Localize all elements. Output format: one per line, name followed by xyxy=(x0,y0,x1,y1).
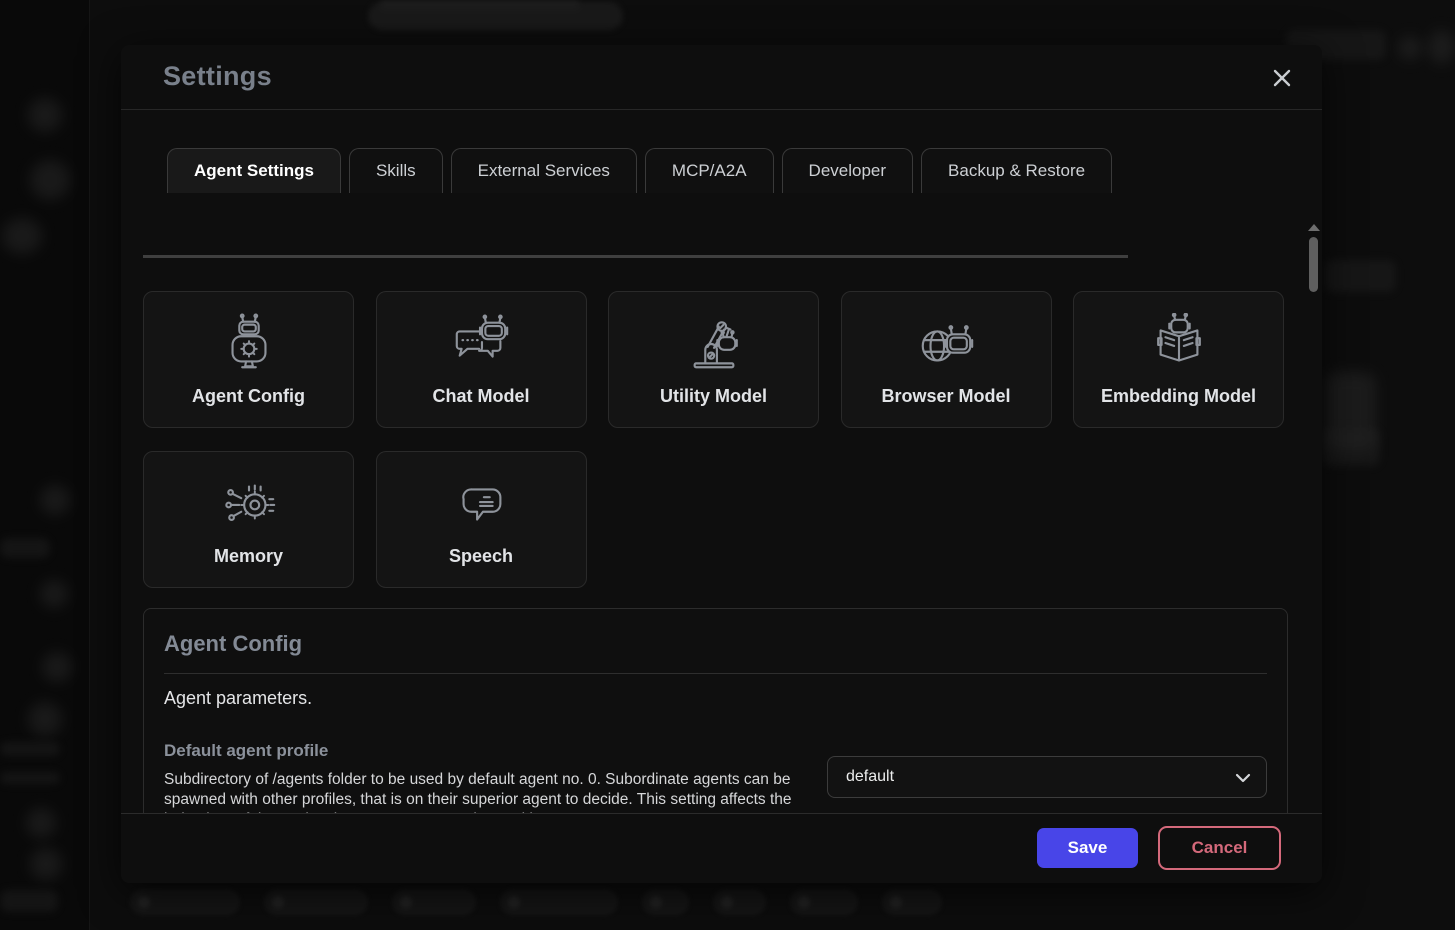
tab-label: Developer xyxy=(809,161,887,181)
field-description: Subdirectory of /agents folder to be use… xyxy=(164,770,804,813)
card-label: Speech xyxy=(449,546,513,567)
close-button[interactable] xyxy=(1269,65,1295,91)
card-utility-model[interactable]: Utility Model xyxy=(608,291,819,428)
section-description: Agent parameters. xyxy=(164,688,1267,709)
modal-footer: Save Cancel xyxy=(121,813,1322,883)
tab-skills[interactable]: Skills xyxy=(349,148,443,193)
close-icon xyxy=(1271,67,1293,89)
tab-label: Agent Settings xyxy=(194,161,314,181)
tab-label: Skills xyxy=(376,161,416,181)
field-label: Default agent profile xyxy=(164,741,825,761)
chat-robot-icon xyxy=(449,312,513,376)
section-divider xyxy=(164,673,1267,674)
tab-developer[interactable]: Developer xyxy=(782,148,914,193)
background-button-row xyxy=(130,889,942,915)
card-memory[interactable]: Memory xyxy=(143,451,354,588)
card-chat-model[interactable]: Chat Model xyxy=(376,291,587,428)
card-label: Memory xyxy=(214,546,283,567)
chevron-down-icon xyxy=(1234,770,1252,786)
tab-external-services[interactable]: External Services xyxy=(451,148,637,193)
robot-book-icon xyxy=(1147,312,1211,376)
modal-header: Settings xyxy=(121,45,1322,110)
robot-gear-icon xyxy=(217,312,281,376)
robot-arm-icon xyxy=(682,312,746,376)
modal-title: Settings xyxy=(163,61,272,92)
card-speech[interactable]: Speech xyxy=(376,451,587,588)
card-label: Embedding Model xyxy=(1101,386,1256,407)
app-screen: Settings Agent Settings Skills External … xyxy=(0,0,1455,930)
settings-card-grid: Agent Config xyxy=(143,291,1300,588)
settings-modal: Settings Agent Settings Skills External … xyxy=(121,45,1322,883)
section-title: Agent Config xyxy=(164,631,1267,657)
tab-agent-settings[interactable]: Agent Settings xyxy=(167,148,341,193)
card-label: Browser Model xyxy=(881,386,1010,407)
modal-scrollbar xyxy=(1306,178,1320,813)
modal-body: Agent Settings Skills External Services … xyxy=(121,111,1322,813)
background-toast-text xyxy=(368,2,623,30)
field-default-agent-profile: Default agent profile Subdirectory of /a… xyxy=(164,741,1267,813)
background-right-chip xyxy=(1324,260,1396,292)
card-label: Chat Model xyxy=(433,386,530,407)
card-embedding-model[interactable]: Embedding Model xyxy=(1073,291,1284,428)
tab-label: MCP/A2A xyxy=(672,161,747,181)
card-label: Utility Model xyxy=(660,386,767,407)
speech-bubble-icon xyxy=(449,472,513,536)
tab-label: Backup & Restore xyxy=(948,161,1085,181)
card-agent-config[interactable]: Agent Config xyxy=(143,291,354,428)
select-value: default xyxy=(846,768,894,786)
globe-robot-icon xyxy=(914,312,978,376)
card-browser-model[interactable]: Browser Model xyxy=(841,291,1052,428)
save-button[interactable]: Save xyxy=(1037,828,1138,868)
background-right-chip-2 xyxy=(1322,428,1380,466)
cancel-button[interactable]: Cancel xyxy=(1158,826,1281,870)
tab-label: External Services xyxy=(478,161,610,181)
scrollbar-thumb[interactable] xyxy=(1309,237,1318,292)
background-sidebar xyxy=(0,0,90,930)
tab-mcp-a2a[interactable]: MCP/A2A xyxy=(645,148,774,193)
background-topright-icon xyxy=(1398,36,1422,60)
card-label: Agent Config xyxy=(192,386,305,407)
tab-backup-restore[interactable]: Backup & Restore xyxy=(921,148,1112,193)
background-avatar xyxy=(1428,30,1455,64)
tab-bar: Agent Settings Skills External Services … xyxy=(167,148,1112,193)
scroll-up-arrow-icon[interactable] xyxy=(1308,224,1320,231)
agent-config-section: Agent Config Agent parameters. Default a… xyxy=(143,608,1288,813)
tab-underline xyxy=(143,255,1128,258)
default-agent-profile-select[interactable]: default xyxy=(827,756,1267,798)
gear-circuit-icon xyxy=(217,472,281,536)
